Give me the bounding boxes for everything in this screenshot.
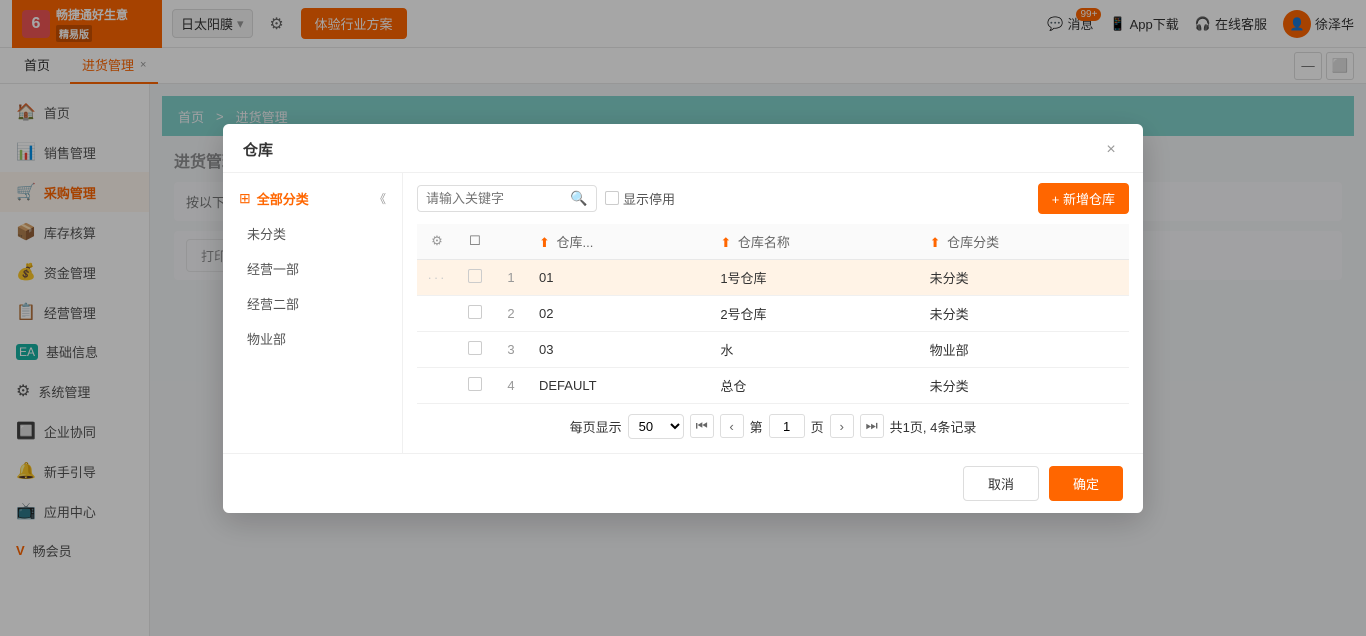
row-name-2: 2号仓库 — [710, 295, 919, 331]
dialog-body: ⊞ 全部分类 《 未分类 经营一部 经营二部 物业部 — [223, 173, 1143, 453]
row-checkbox-2[interactable] — [468, 305, 482, 319]
page-number-input[interactable] — [769, 414, 805, 438]
confirm-button[interactable]: 确定 — [1049, 466, 1123, 501]
category-item-unclassified[interactable]: 未分类 — [223, 216, 402, 251]
row-name-4: 总仓 — [710, 367, 919, 403]
row-action-col: ··· — [417, 259, 457, 295]
table-row[interactable]: 4 DEFAULT 总仓 未分类 — [417, 367, 1129, 403]
col-checkbox: ☐ — [457, 224, 493, 260]
dialog-footer: 取消 确定 — [223, 453, 1143, 513]
row-action-col — [417, 367, 457, 403]
warehouse-table: ⚙ ☐ ⬆ 仓库... ⬆ 仓库名称 — [417, 224, 1129, 404]
search-input[interactable] — [426, 191, 566, 206]
sort-icon-cat: ⬆ — [930, 235, 941, 250]
next-page-btn[interactable]: › — [830, 414, 854, 438]
row-num-2: 2 — [493, 295, 529, 331]
row-checkbox-1[interactable] — [468, 269, 482, 283]
category-all-label: 全部分类 — [257, 189, 309, 208]
row-code-2: 02 — [529, 295, 710, 331]
row-checkbox-col — [457, 331, 493, 367]
row-checkbox-4[interactable] — [468, 377, 482, 391]
col-category: ⬆ 仓库分类 — [920, 224, 1129, 260]
category-item-ops1[interactable]: 经营一部 — [223, 251, 402, 286]
warehouse-dialog: 仓库 × ⊞ 全部分类 《 未分类 经营一部 经营二部 — [223, 124, 1143, 513]
sort-icon-name: ⬆ — [720, 235, 731, 250]
row-checkbox-col — [457, 367, 493, 403]
last-page-btn[interactable]: ⏭ — [860, 414, 884, 438]
table-panel: 🔍 显示停用 + 新增仓库 ⚙ ☐ — [403, 173, 1143, 453]
row-cat-4: 未分类 — [920, 367, 1129, 403]
total-info: 共1页, 4条记录 — [890, 417, 977, 436]
show-disabled-checkbox[interactable] — [605, 191, 619, 205]
category-grid-icon: ⊞ — [239, 190, 251, 207]
table-header-row: ⚙ ☐ ⬆ 仓库... ⬆ 仓库名称 — [417, 224, 1129, 260]
row-name-3: 水 — [710, 331, 919, 367]
sort-icon-code: ⬆ — [539, 235, 550, 250]
row-name-1: 1号仓库 — [710, 259, 919, 295]
search-icon[interactable]: 🔍 — [570, 190, 587, 207]
cancel-button[interactable]: 取消 — [963, 466, 1039, 501]
show-disabled-wrap: 显示停用 — [605, 189, 675, 208]
collapse-icon[interactable]: 《 — [374, 190, 386, 207]
prev-page-btn[interactable]: ‹ — [720, 414, 744, 438]
category-item-property[interactable]: 物业部 — [223, 321, 402, 356]
dialog-close-btn[interactable]: × — [1099, 138, 1123, 162]
category-item-ops2[interactable]: 经营二部 — [223, 286, 402, 321]
add-warehouse-btn[interactable]: + 新增仓库 — [1038, 183, 1129, 214]
per-page-select[interactable]: 50 10 20 100 — [628, 414, 684, 439]
row-cat-1: 未分类 — [920, 259, 1129, 295]
page-word: 第 — [750, 417, 763, 436]
row-cat-3: 物业部 — [920, 331, 1129, 367]
category-panel: ⊞ 全部分类 《 未分类 经营一部 经营二部 物业部 — [223, 173, 403, 453]
pagination-bar: 每页显示 50 10 20 100 ⏮ ‹ 第 页 › ⏭ 共1页, 4条记录 — [417, 404, 1129, 443]
col-settings: ⚙ — [417, 224, 457, 260]
category-all-header[interactable]: ⊞ 全部分类 《 — [223, 181, 402, 216]
row-num-3: 3 — [493, 331, 529, 367]
search-wrap: 🔍 — [417, 185, 597, 212]
col-code: ⬆ 仓库... — [529, 224, 710, 260]
row-code-4: DEFAULT — [529, 367, 710, 403]
row-cat-2: 未分类 — [920, 295, 1129, 331]
row-checkbox-3[interactable] — [468, 341, 482, 355]
row-num-4: 4 — [493, 367, 529, 403]
modal-overlay: 仓库 × ⊞ 全部分类 《 未分类 经营一部 经营二部 — [0, 0, 1366, 636]
show-disabled-label: 显示停用 — [623, 189, 675, 208]
table-row[interactable]: 3 03 水 物业部 — [417, 331, 1129, 367]
row-checkbox-col — [457, 295, 493, 331]
row-code-3: 03 — [529, 331, 710, 367]
col-num — [493, 224, 529, 260]
first-page-btn[interactable]: ⏮ — [690, 414, 714, 438]
table-row[interactable]: ··· 1 01 1号仓库 未分类 — [417, 259, 1129, 295]
table-row[interactable]: 2 02 2号仓库 未分类 — [417, 295, 1129, 331]
col-name: ⬆ 仓库名称 — [710, 224, 919, 260]
row-checkbox-col — [457, 259, 493, 295]
row-action-col — [417, 331, 457, 367]
row-code-1: 01 — [529, 259, 710, 295]
dialog-header: 仓库 × — [223, 124, 1143, 173]
page-unit: 页 — [811, 417, 824, 436]
row-num-1: 1 — [493, 259, 529, 295]
table-toolbar: 🔍 显示停用 + 新增仓库 — [417, 183, 1129, 214]
row-action-col — [417, 295, 457, 331]
per-page-label: 每页显示 — [570, 417, 622, 436]
dialog-title: 仓库 — [243, 139, 273, 160]
